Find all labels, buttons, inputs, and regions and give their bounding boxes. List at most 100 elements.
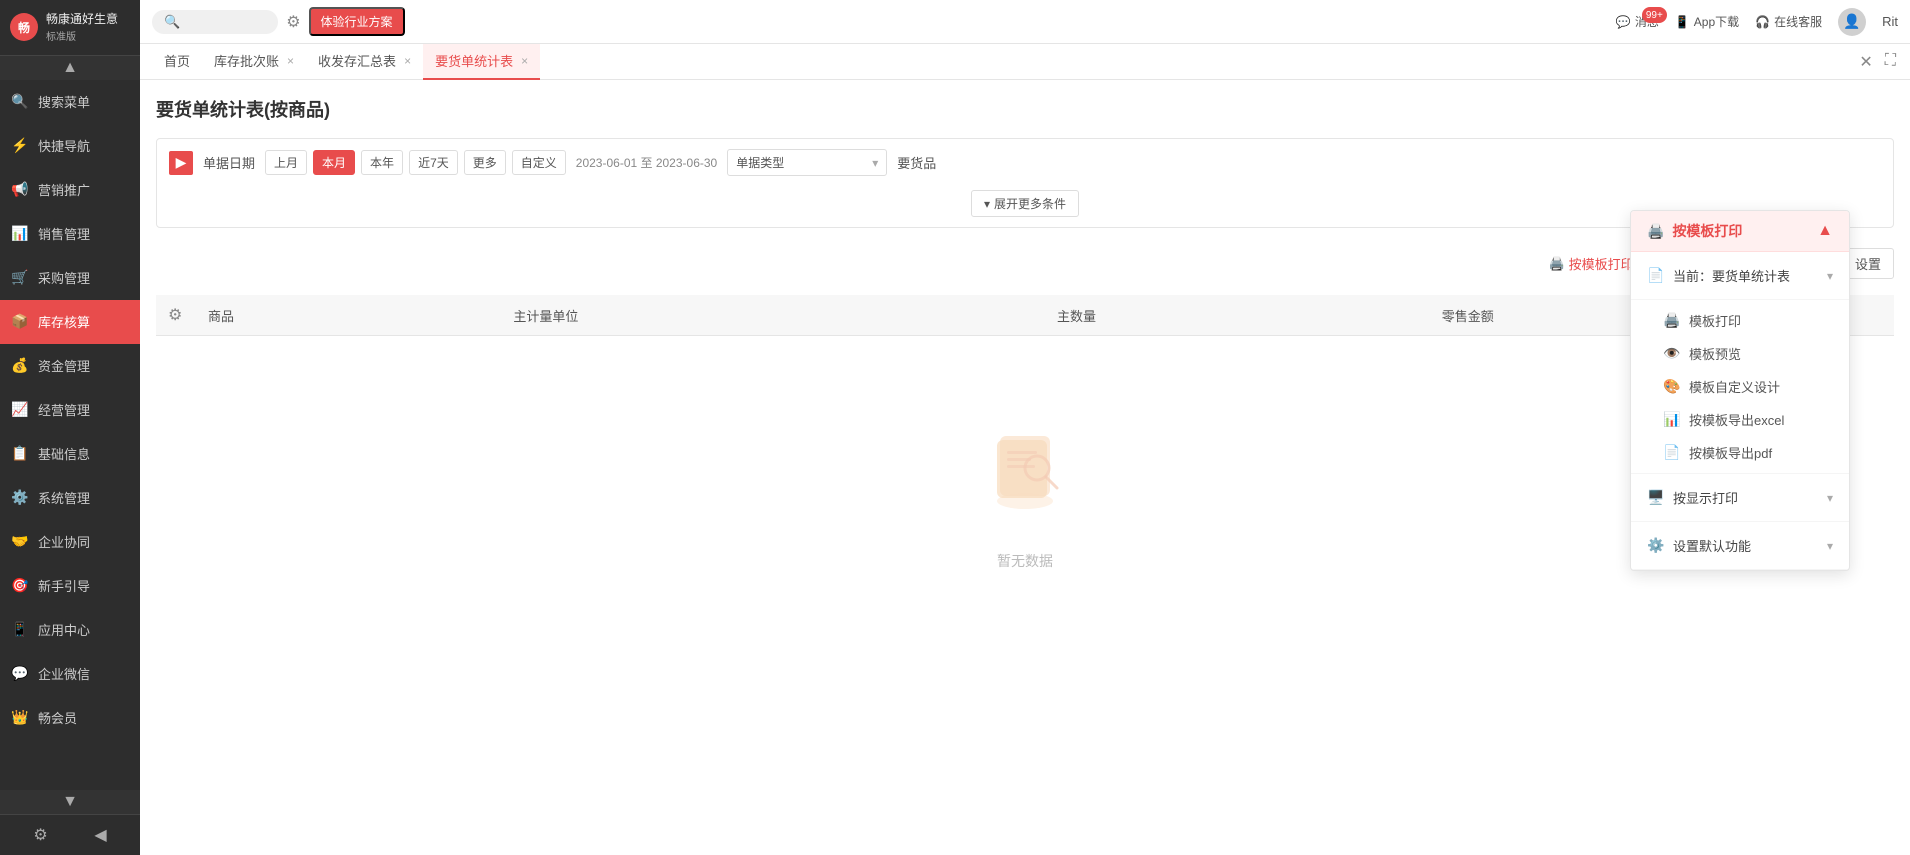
sidebar-item-apps[interactable]: 📱 应用中心 <box>0 608 140 652</box>
close-window-icon[interactable]: ✕ <box>1857 50 1874 74</box>
sidebar-item-member[interactable]: 👑 畅会员 <box>0 696 140 740</box>
date-btn-this-month[interactable]: 本月 <box>313 150 355 175</box>
app-name: 畅康通好生意 <box>46 12 118 28</box>
sidebar-item-search[interactable]: 🔍 搜索菜单 <box>0 80 140 124</box>
sidebar-scroll-down[interactable]: ▼ <box>0 790 140 814</box>
sidebar-item-finance[interactable]: 💰 资金管理 <box>0 344 140 388</box>
expand-more-button[interactable]: ▾ 展开更多条件 <box>971 190 1079 217</box>
dropdown-title-area: 🖨️ 按模板打印 <box>1647 221 1742 241</box>
messages-button[interactable]: 💬 消息 99+ <box>1616 13 1659 30</box>
sidebar-item-wechat[interactable]: 💬 企业微信 <box>0 652 140 696</box>
dropdown-title: 按模板打印 <box>1672 221 1742 241</box>
sidebar-item-label: 搜索菜单 <box>38 92 90 111</box>
message-icon: 💬 <box>1616 15 1631 29</box>
dropdown-header: 🖨️ 按模板打印 ▲ <box>1631 211 1849 252</box>
dropdown-item-template-design[interactable]: 🎨 模板自定义设计 <box>1631 370 1849 403</box>
dropdown-item-template-print[interactable]: 🖨️ 模板打印 <box>1631 304 1849 337</box>
system-nav-icon: ⚙️ <box>10 488 30 508</box>
empty-state-icon <box>975 416 1075 535</box>
template-print-label: 模板打印 <box>1689 311 1741 330</box>
topbar-left: 🔍 ⚙ 体验行业方案 <box>152 7 1608 36</box>
collab-nav-icon: 🤝 <box>10 532 30 552</box>
inventory-nav-icon: 📦 <box>10 312 30 332</box>
page-content: 要货单统计表(按商品) ▶ 单据日期 上月 本月 本年 近7天 更多 自定义 2… <box>140 80 1910 855</box>
tab-order-stats-close[interactable]: × <box>521 54 528 68</box>
finance-nav-icon: 💰 <box>10 356 30 376</box>
tab-order-stats-label: 要货单统计表 <box>435 51 513 70</box>
sidebar-item-system[interactable]: ⚙️ 系统管理 <box>0 476 140 520</box>
display-print-icon: 🖥️ <box>1647 489 1663 506</box>
sidebar-item-sales[interactable]: 📊 销售管理 <box>0 212 140 256</box>
dropdown-item-current[interactable]: 📄 当前：要货单统计表 ▾ <box>1631 258 1849 293</box>
sidebar-toggle-icon[interactable]: ◀ <box>94 825 106 845</box>
app-version: 标准版 <box>46 28 118 43</box>
tab-order-stats[interactable]: 要货单统计表 × <box>423 44 540 80</box>
sidebar-item-label: 基础信息 <box>38 444 90 463</box>
tabs-actions: ✕ ⛶ <box>1857 50 1898 74</box>
set-default-icon: ⚙️ <box>1647 537 1663 554</box>
marketing-nav-icon: 📢 <box>10 180 30 200</box>
sidebar-item-basics[interactable]: 📋 基础信息 <box>0 432 140 476</box>
tab-receipt-summary-close[interactable]: × <box>404 54 411 68</box>
dropdown-item-display-print[interactable]: 🖥️ 按显示打印 ▾ <box>1631 480 1849 515</box>
dropdown-item-set-default[interactable]: ⚙️ 设置默认功能 ▾ <box>1631 528 1849 563</box>
topbar-right: 💬 消息 99+ 📱 App下载 🎧 在线客服 👤 Rit <box>1616 8 1898 36</box>
date-btn-this-year[interactable]: 本年 <box>361 150 403 175</box>
sidebar-item-marketing[interactable]: 📢 营销推广 <box>0 168 140 212</box>
topbar-search-icon: 🔍 <box>164 14 180 30</box>
dropdown-item-template-preview[interactable]: 👁️ 模板预览 <box>1631 337 1849 370</box>
sidebar-item-operations[interactable]: 📈 经营管理 <box>0 388 140 432</box>
sidebar-item-label: 资金管理 <box>38 356 90 375</box>
search-nav-icon: 🔍 <box>10 92 30 112</box>
sidebar-item-shortcut[interactable]: ⚡ 快捷导航 <box>0 124 140 168</box>
guide-nav-icon: 🎯 <box>10 576 30 596</box>
promo-button[interactable]: 体验行业方案 <box>309 7 405 36</box>
topbar-gear-icon[interactable]: ⚙ <box>286 12 300 32</box>
dropdown-item-export-pdf[interactable]: 📄 按模板导出pdf <box>1631 436 1849 469</box>
template-preview-icon: 👁️ <box>1663 345 1679 362</box>
display-print-arrow: ▾ <box>1827 491 1833 505</box>
filter-expand-button[interactable]: ▶ <box>169 151 193 175</box>
app-download-button[interactable]: 📱 App下载 <box>1675 13 1739 30</box>
current-template-icon: 📄 <box>1647 267 1663 284</box>
maximize-window-icon[interactable]: ⛶ <box>1883 50 1898 74</box>
print-icon: 🖨️ <box>1548 256 1564 272</box>
dropdown-close-icon[interactable]: ▲ <box>1817 222 1833 240</box>
dropdown-section-actions: 🖨️ 模板打印 👁️ 模板预览 🎨 模板自定义设计 📊 按模板导出excel <box>1631 300 1849 474</box>
sidebar-item-label: 企业微信 <box>38 664 90 683</box>
sidebar-bottom: ⚙ ◀ <box>0 814 140 855</box>
app-logo-icon: 畅 <box>10 13 38 41</box>
topbar-search-box[interactable]: 🔍 <box>152 10 278 34</box>
operations-nav-icon: 📈 <box>10 400 30 420</box>
dropdown-section-display: 🖥️ 按显示打印 ▾ <box>1631 474 1849 522</box>
date-btn-last-month[interactable]: 上月 <box>265 150 307 175</box>
online-service-button[interactable]: 🎧 在线客服 <box>1755 13 1822 30</box>
date-btn-custom[interactable]: 自定义 <box>512 150 566 175</box>
date-filter-group: 上月 本月 本年 近7天 更多 自定义 2023-06-01 至 2023-06… <box>265 150 717 175</box>
sidebar-item-collab[interactable]: 🤝 企业协同 <box>0 520 140 564</box>
template-design-label: 模板自定义设计 <box>1689 377 1780 396</box>
sidebar-item-label: 销售管理 <box>38 224 90 243</box>
date-btn-7days[interactable]: 近7天 <box>409 150 458 175</box>
sidebar-scroll-up[interactable]: ▲ <box>0 56 140 80</box>
tab-home[interactable]: 首页 <box>152 44 202 80</box>
settings-icon[interactable]: ⚙ <box>33 825 47 845</box>
sidebar-item-guide[interactable]: 🎯 新手引导 <box>0 564 140 608</box>
set-default-arrow: ▾ <box>1827 539 1833 553</box>
member-nav-icon: 👑 <box>10 708 30 728</box>
sidebar-item-inventory[interactable]: 📦 库存核算 <box>0 300 140 344</box>
dropdown-item-export-excel[interactable]: 📊 按模板导出excel <box>1631 403 1849 436</box>
topbar-search-input[interactable] <box>186 15 266 29</box>
user-avatar[interactable]: 👤 <box>1838 8 1866 36</box>
date-btn-more[interactable]: 更多 <box>464 150 506 175</box>
tab-receipt-summary[interactable]: 收发存汇总表 × <box>306 44 423 80</box>
sidebar-item-purchase[interactable]: 🛒 采购管理 <box>0 256 140 300</box>
date-range-text: 2023-06-01 至 2023-06-30 <box>576 154 717 171</box>
tab-batch-account[interactable]: 库存批次账 × <box>202 44 306 80</box>
basics-nav-icon: 📋 <box>10 444 30 464</box>
dropdown-section-current: 📄 当前：要货单统计表 ▾ <box>1631 252 1849 300</box>
dropdown-section-default: ⚙️ 设置默认功能 ▾ <box>1631 522 1849 570</box>
order-type-select[interactable]: 单据类型 ▾ <box>727 149 887 176</box>
tab-batch-account-close[interactable]: × <box>287 54 294 68</box>
table-setting-icon[interactable]: ⚙ <box>168 307 182 324</box>
